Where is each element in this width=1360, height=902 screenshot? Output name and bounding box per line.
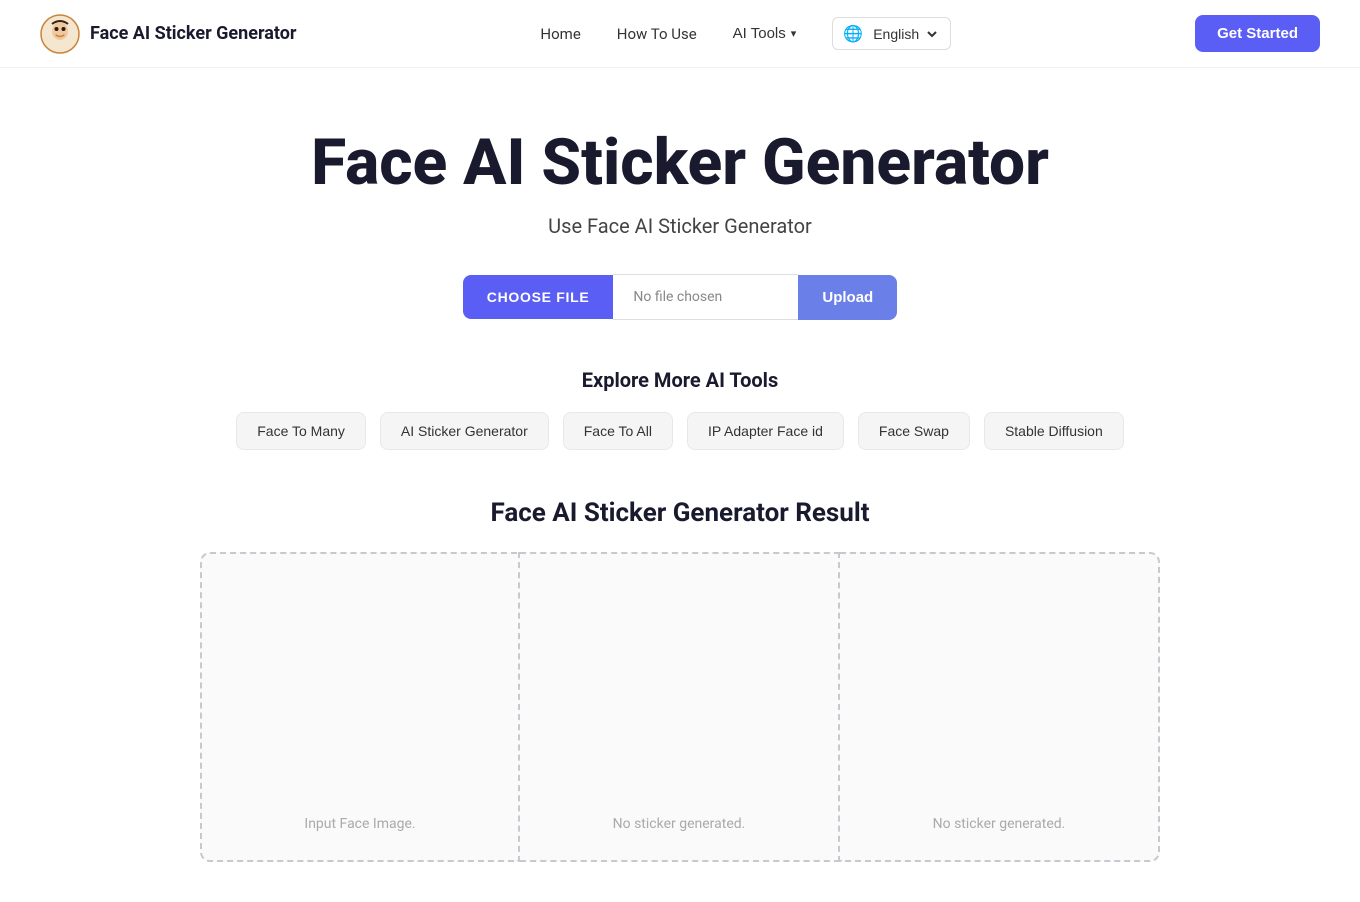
file-upload-area: CHOOSE FILE No file chosen Upload (463, 274, 897, 320)
result-placeholder-2: No sticker generated. (933, 816, 1066, 832)
tool-face-to-many[interactable]: Face To Many (236, 412, 366, 450)
tools-list: Face To Many AI Sticker Generator Face T… (236, 412, 1124, 450)
header: Face AI Sticker Generator Home How To Us… (0, 0, 1360, 68)
logo: Face AI Sticker Generator (40, 14, 297, 54)
logo-icon (40, 14, 80, 54)
main-nav: Home How To Use AI Tools ▾ 🌐 English Fre… (540, 17, 951, 50)
result-card-1: No sticker generated. (520, 552, 840, 862)
explore-title: Explore More AI Tools (582, 368, 778, 392)
logo-text: Face AI Sticker Generator (90, 23, 297, 44)
language-dropdown[interactable]: English French Spanish German (869, 25, 940, 43)
page-title: Face AI Sticker Generator (311, 128, 1049, 198)
file-name-display: No file chosen (613, 274, 798, 320)
choose-file-button[interactable]: CHOOSE FILE (463, 275, 614, 319)
get-started-button[interactable]: Get Started (1195, 15, 1320, 52)
result-placeholder-input: Input Face Image. (304, 816, 415, 832)
nav-home[interactable]: Home (540, 25, 580, 43)
nav-how-to-use[interactable]: How To Use (617, 25, 697, 43)
result-grid: Input Face Image. No sticker generated. … (200, 552, 1160, 862)
result-card-input: Input Face Image. (200, 552, 520, 862)
result-title: Face AI Sticker Generator Result (490, 498, 869, 528)
result-card-2: No sticker generated. (840, 552, 1160, 862)
tool-ip-adapter-face-id[interactable]: IP Adapter Face id (687, 412, 844, 450)
tool-stable-diffusion[interactable]: Stable Diffusion (984, 412, 1124, 450)
page-subtitle: Use Face AI Sticker Generator (548, 214, 812, 238)
nav-ai-tools[interactable]: AI Tools ▾ (733, 25, 797, 42)
globe-icon: 🌐 (843, 24, 863, 43)
chevron-down-icon: ▾ (791, 27, 797, 40)
upload-button[interactable]: Upload (798, 275, 897, 320)
main-content: Face AI Sticker Generator Use Face AI St… (0, 68, 1360, 902)
tool-ai-sticker-generator[interactable]: AI Sticker Generator (380, 412, 549, 450)
tool-face-to-all[interactable]: Face To All (563, 412, 673, 450)
tool-face-swap[interactable]: Face Swap (858, 412, 970, 450)
result-placeholder-1: No sticker generated. (613, 816, 746, 832)
language-selector[interactable]: 🌐 English French Spanish German (832, 17, 951, 50)
